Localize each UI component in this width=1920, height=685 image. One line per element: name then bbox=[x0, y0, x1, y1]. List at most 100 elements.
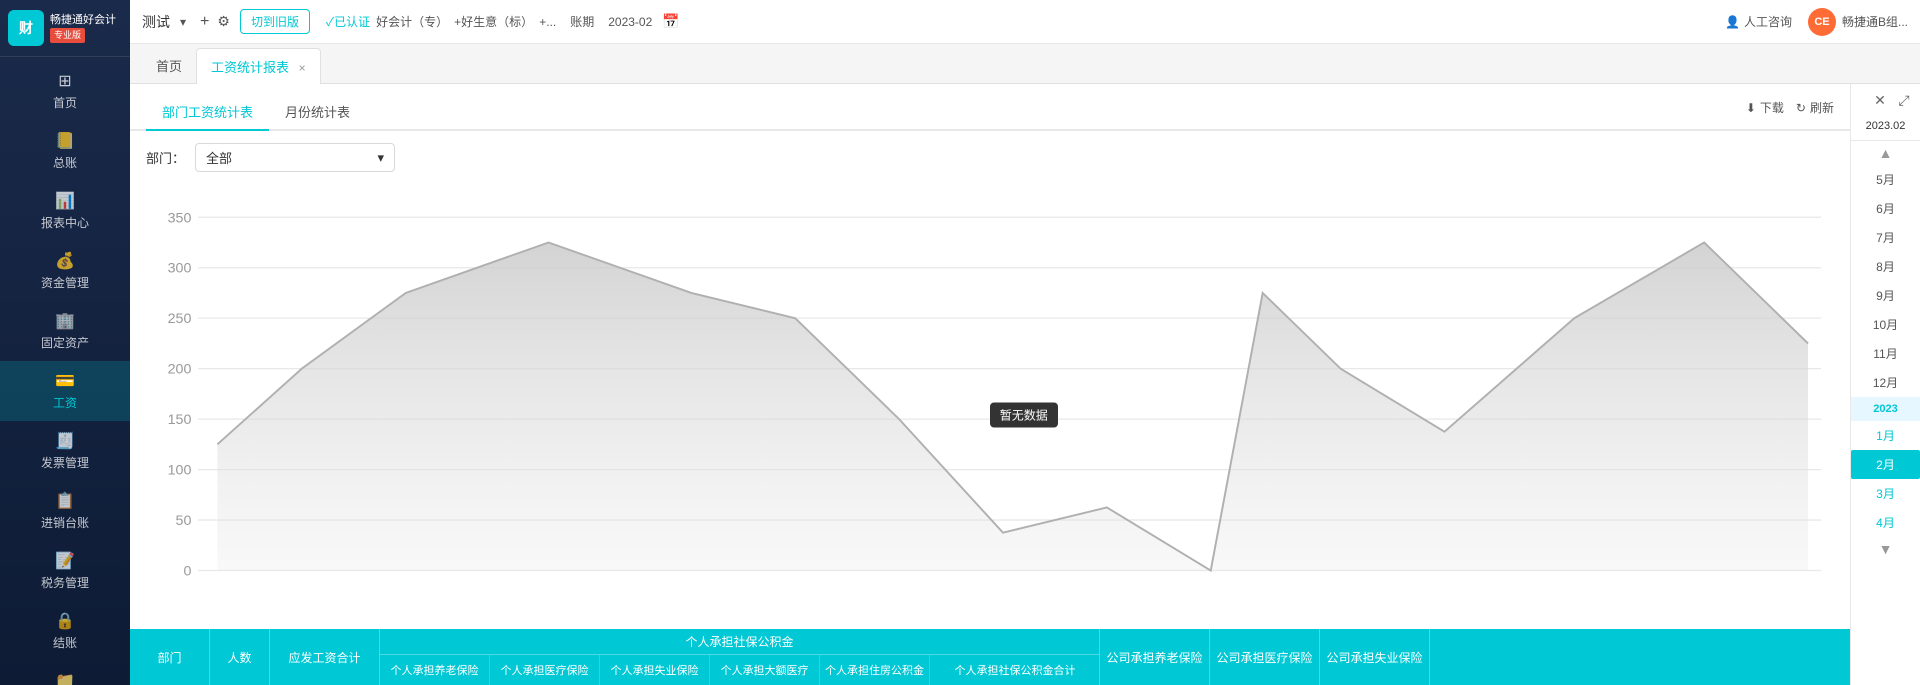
th-company-medical: 公司承担医疗保险 bbox=[1210, 629, 1320, 685]
sub-tab-monthly[interactable]: 月份统计表 bbox=[269, 94, 366, 131]
user-avatar-area[interactable]: CE 畅捷通B组... bbox=[1808, 8, 1908, 36]
cal-month-12[interactable]: 12月 bbox=[1851, 368, 1920, 397]
calendar-icon[interactable]: 📅 bbox=[662, 13, 679, 30]
th-personal-housing-fund: 个人承担住房公积金 bbox=[820, 655, 930, 685]
sidebar-item-invoice[interactable]: 🧾 发票管理 bbox=[0, 421, 130, 481]
tab-close-icon[interactable]: × bbox=[299, 61, 306, 75]
sidebar: 财 畅捷通好会计 专业版 ⊞ 首页 📒 总账 📊 报表中心 💰 资金管理 🏢 固… bbox=[0, 0, 130, 685]
chart-area: 350 300 250 200 150 100 50 0 bbox=[130, 184, 1850, 629]
dept-filter-select[interactable]: 全部 ▾ bbox=[195, 143, 395, 172]
user-name: 畅捷通B组... bbox=[1842, 13, 1908, 30]
area-chart: 350 300 250 200 150 100 50 0 bbox=[146, 192, 1834, 621]
cal-up-arrow[interactable]: ▲ bbox=[1851, 141, 1920, 165]
sidebar-item-purchase[interactable]: 📋 进销台账 bbox=[0, 481, 130, 541]
cal-month-2-selected[interactable]: 2月 bbox=[1851, 450, 1920, 479]
th-group-title: 个人承担社保公积金 bbox=[380, 629, 1099, 655]
product-tag3: +... bbox=[539, 15, 556, 29]
chevron-up-icon: ▲ bbox=[1879, 145, 1893, 161]
svg-text:250: 250 bbox=[168, 310, 192, 326]
svg-text:150: 150 bbox=[168, 411, 192, 427]
sub-tabs-left: 部门工资统计表 月份统计表 bbox=[146, 94, 366, 129]
home-icon: ⊞ bbox=[58, 71, 71, 91]
cal-month-1[interactable]: 1月 bbox=[1851, 421, 1920, 450]
top-header: 测试 ▾ + ⚙ 切到旧版 ✓已认证 好会计（专） +好生意（标） +... 账… bbox=[130, 0, 1920, 44]
filter-dropdown-icon: ▾ bbox=[377, 150, 384, 166]
sidebar-item-ledger[interactable]: 📒 总账 bbox=[0, 121, 130, 181]
asset-icon: 🏢 bbox=[55, 311, 75, 331]
svg-text:0: 0 bbox=[183, 563, 191, 579]
sidebar-item-archive[interactable]: 📁 归档管理 bbox=[0, 661, 130, 685]
ledger-icon: 📒 bbox=[55, 131, 75, 151]
gear-icon[interactable]: ⚙ bbox=[217, 13, 230, 30]
salary-icon: 💳 bbox=[55, 371, 75, 391]
tab-salary-stat[interactable]: 工资统计报表 × bbox=[196, 48, 321, 84]
sidebar-item-fund[interactable]: 💰 资金管理 bbox=[0, 241, 130, 301]
close-panel-btn[interactable]: ✕ bbox=[1868, 88, 1892, 112]
app-logo-text: 畅捷通好会计 专业版 bbox=[50, 13, 116, 44]
download-btn[interactable]: ⬇ 下载 bbox=[1746, 99, 1784, 116]
table-header: 部门 人数 应发工资合计 个人承担社保公积金 个人承担养老保险 bbox=[130, 629, 1850, 685]
dropdown-arrow-icon: ▾ bbox=[180, 15, 186, 29]
cal-month-8[interactable]: 8月 bbox=[1851, 252, 1920, 281]
archive-icon: 📁 bbox=[55, 671, 75, 685]
sub-tab-dept[interactable]: 部门工资统计表 bbox=[146, 94, 269, 131]
expand-icon: ⤢ bbox=[1898, 92, 1909, 109]
assist-icon: 👤 bbox=[1725, 15, 1740, 29]
cal-month-5[interactable]: 5月 bbox=[1851, 165, 1920, 194]
assist-btn[interactable]: 👤 人工咨询 bbox=[1725, 13, 1792, 30]
cal-month-3[interactable]: 3月 bbox=[1851, 479, 1920, 508]
tab-home[interactable]: 首页 bbox=[142, 48, 196, 83]
sidebar-item-asset[interactable]: 🏢 固定资产 bbox=[0, 301, 130, 361]
cal-month-11[interactable]: 11月 bbox=[1851, 339, 1920, 368]
refresh-btn[interactable]: ↻ 刷新 bbox=[1796, 99, 1834, 116]
invoice-icon: 🧾 bbox=[55, 431, 75, 451]
cal-down-arrow[interactable]: ▼ bbox=[1851, 537, 1920, 561]
th-personal-unemployment: 个人承担失业保险 bbox=[600, 655, 710, 685]
close-account-icon: 🔒 bbox=[55, 611, 75, 631]
svg-text:50: 50 bbox=[176, 512, 192, 528]
cal-month-6[interactable]: 6月 bbox=[1851, 194, 1920, 223]
refresh-icon: ↻ bbox=[1796, 101, 1806, 115]
company-dropdown[interactable]: ▾ bbox=[180, 15, 186, 29]
th-company-pension: 公司承担养老保险 bbox=[1100, 629, 1210, 685]
product-tag2: +好生意（标） bbox=[454, 13, 533, 30]
svg-text:200: 200 bbox=[168, 361, 192, 377]
product-tag1: 好会计（专） bbox=[376, 13, 448, 30]
period-label: 账期 bbox=[570, 13, 594, 30]
sidebar-item-home[interactable]: ⊞ 首页 bbox=[0, 61, 130, 121]
th-personal-pension: 个人承担养老保险 bbox=[380, 655, 490, 685]
cal-month-10[interactable]: 10月 bbox=[1851, 310, 1920, 339]
avatar: CE bbox=[1808, 8, 1836, 36]
th-personal-total: 个人承担社保公积金合计 bbox=[930, 655, 1100, 685]
header-actions: + ⚙ bbox=[200, 13, 230, 31]
main-area: 测试 ▾ + ⚙ 切到旧版 ✓已认证 好会计（专） +好生意（标） +... 账… bbox=[130, 0, 1920, 685]
sidebar-item-salary[interactable]: 💳 工资 bbox=[0, 361, 130, 421]
download-icon: ⬇ bbox=[1746, 101, 1756, 115]
cal-month-7[interactable]: 7月 bbox=[1851, 223, 1920, 252]
cal-month-4[interactable]: 4月 bbox=[1851, 508, 1920, 537]
sidebar-nav: ⊞ 首页 📒 总账 📊 报表中心 💰 资金管理 🏢 固定资产 💳 工资 🧾 发票… bbox=[0, 57, 130, 685]
sub-tabs: 部门工资统计表 月份统计表 ⬇ 下载 ↻ 刷新 bbox=[130, 84, 1850, 131]
report-icon: 📊 bbox=[55, 191, 75, 211]
purchase-icon: 📋 bbox=[55, 491, 75, 511]
th-dept: 部门 bbox=[130, 629, 210, 685]
svg-text:350: 350 bbox=[168, 209, 192, 225]
chart-wrap: 350 300 250 200 150 100 50 0 bbox=[146, 192, 1834, 621]
sidebar-item-report[interactable]: 📊 报表中心 bbox=[0, 181, 130, 241]
sidebar-item-close[interactable]: 🔒 结账 bbox=[0, 601, 130, 661]
dept-filter-label: 部门： bbox=[146, 148, 185, 167]
th-company-unemployment: 公司承担失业保险 bbox=[1320, 629, 1430, 685]
add-icon[interactable]: + bbox=[200, 13, 209, 31]
expand-panel-btn[interactable]: ⤢ bbox=[1892, 88, 1916, 112]
th-group-cells: 个人承担养老保险 个人承担医疗保险 个人承担失业保险 个人承担大额医疗 bbox=[380, 655, 1099, 685]
sidebar-item-tax[interactable]: 📝 税务管理 bbox=[0, 541, 130, 601]
header-right: 👤 人工咨询 CE 畅捷通B组... bbox=[1725, 8, 1908, 36]
cal-month-9[interactable]: 9月 bbox=[1851, 281, 1920, 310]
th-personal-medical: 个人承担医疗保险 bbox=[490, 655, 600, 685]
svg-text:300: 300 bbox=[168, 260, 192, 276]
th-personal-insurance-group: 个人承担社保公积金 个人承担养老保险 个人承担医疗保险 个人承担失业保险 bbox=[380, 629, 1100, 685]
content-area: 部门工资统计表 月份统计表 ⬇ 下载 ↻ 刷新 bbox=[130, 84, 1920, 685]
switch-old-btn[interactable]: 切到旧版 bbox=[240, 9, 310, 34]
tax-icon: 📝 bbox=[55, 551, 75, 571]
right-calendar-sidebar: ✕ ⤢ 2023.02 ▲ 5月 6月 7月 8月 9月 10月 11月 12月… bbox=[1850, 84, 1920, 685]
